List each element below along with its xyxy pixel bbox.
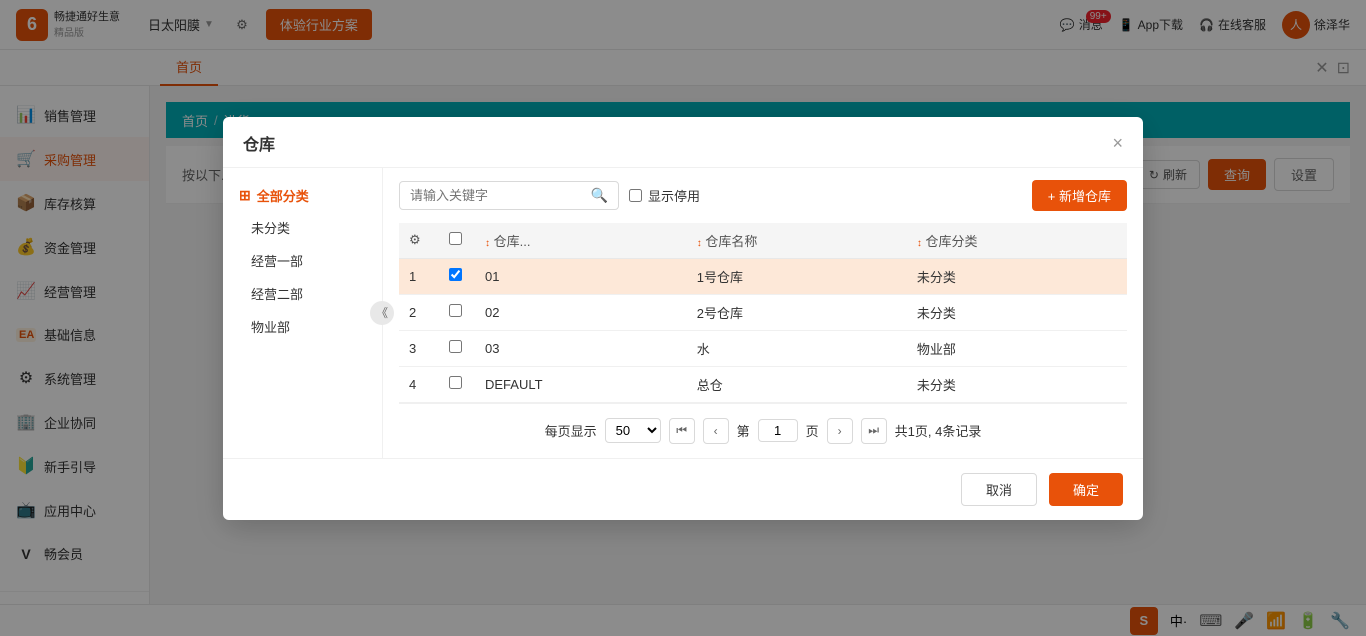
grid-icon: ⊞	[239, 187, 251, 204]
row-num: 3	[399, 330, 439, 366]
col-checkbox	[439, 223, 475, 259]
row-num: 2	[399, 294, 439, 330]
col-category-label: 仓库分类	[925, 234, 977, 249]
table-row[interactable]: 4 DEFAULT 总仓 未分类	[399, 366, 1127, 402]
row-category: 物业部	[907, 330, 1127, 366]
row-name: 总仓	[687, 366, 907, 402]
row-checkbox[interactable]	[439, 294, 475, 330]
row-category: 未分类	[907, 366, 1127, 402]
dialog-header: 仓库 ×	[223, 117, 1143, 168]
category-item-op1[interactable]: 经营一部	[223, 244, 382, 277]
sort-code-icon[interactable]: ↕	[485, 238, 490, 249]
warehouse-table: ⚙ ↕ 仓库... ↕	[399, 223, 1127, 403]
warehouse-dialog: 仓库 × ⊞ 全部分类 未分类 经营一部 经营二部 物业部 《	[223, 117, 1143, 520]
col-name: ↕ 仓库名称	[687, 223, 907, 259]
category-item-property[interactable]: 物业部	[223, 310, 382, 343]
pagination: 每页显示 50 20 100 ⏮ ‹ 第 页 › ⏭ 共1页, 4条记录	[399, 403, 1127, 458]
table-row[interactable]: 2 02 2号仓库 未分类	[399, 294, 1127, 330]
col-settings-icon[interactable]: ⚙	[409, 232, 421, 247]
col-category: ↕ 仓库分类	[907, 223, 1127, 259]
row-code: 02	[475, 294, 687, 330]
page-label: 第	[737, 421, 750, 440]
row-num: 4	[399, 366, 439, 402]
sort-category-icon[interactable]: ↕	[917, 238, 922, 249]
dialog-overlay: 仓库 × ⊞ 全部分类 未分类 经营一部 经营二部 物业部 《	[0, 0, 1366, 636]
table-row[interactable]: 1 01 1号仓库 未分类	[399, 258, 1127, 294]
table-row[interactable]: 3 03 水 物业部	[399, 330, 1127, 366]
search-box: 🔍	[399, 181, 619, 210]
row-name: 2号仓库	[687, 294, 907, 330]
col-settings: ⚙	[399, 223, 439, 259]
page-last-button[interactable]: ⏭	[861, 418, 887, 444]
search-input[interactable]	[410, 188, 591, 203]
add-warehouse-button[interactable]: + 新增仓库	[1032, 180, 1127, 211]
per-page-label: 每页显示	[545, 421, 597, 440]
row-checkbox[interactable]	[439, 258, 475, 294]
search-icon[interactable]: 🔍	[591, 187, 608, 204]
col-code: ↕ 仓库...	[475, 223, 687, 259]
category-all[interactable]: ⊞ 全部分类	[223, 180, 382, 211]
row-category: 未分类	[907, 294, 1127, 330]
page-first-button[interactable]: ⏮	[669, 418, 695, 444]
cancel-button[interactable]: 取消	[961, 473, 1037, 506]
row-checkbox[interactable]	[439, 330, 475, 366]
show-disabled-label: 显示停用	[648, 186, 700, 205]
row-code: DEFAULT	[475, 366, 687, 402]
per-page-select[interactable]: 50 20 100	[605, 418, 661, 443]
row-checkbox[interactable]	[439, 366, 475, 402]
row-category: 未分类	[907, 258, 1127, 294]
page-prev-button[interactable]: ‹	[703, 418, 729, 444]
row-code: 01	[475, 258, 687, 294]
show-disabled-checkbox-group: 显示停用	[629, 186, 700, 205]
warehouse-toolbar: 🔍 显示停用 + 新增仓库	[399, 180, 1127, 211]
dialog-footer: 取消 确定	[223, 458, 1143, 520]
category-all-label: 全部分类	[257, 186, 309, 205]
row-name: 1号仓库	[687, 258, 907, 294]
warehouse-content: 🔍 显示停用 + 新增仓库 ⚙	[383, 168, 1143, 458]
row-code: 03	[475, 330, 687, 366]
row-num: 1	[399, 258, 439, 294]
total-info: 共1页, 4条记录	[895, 421, 982, 440]
row-name: 水	[687, 330, 907, 366]
category-item-unclassified[interactable]: 未分类	[223, 211, 382, 244]
col-code-label: 仓库...	[494, 234, 531, 249]
page-unit: 页	[806, 421, 819, 440]
col-name-label: 仓库名称	[705, 234, 757, 249]
table-container: ⚙ ↕ 仓库... ↕	[399, 223, 1127, 403]
dialog-title: 仓库	[243, 131, 275, 155]
show-disabled-checkbox[interactable]	[629, 189, 642, 202]
page-input[interactable]	[758, 419, 798, 442]
page-next-button[interactable]: ›	[827, 418, 853, 444]
collapse-panel-button[interactable]: 《	[370, 301, 394, 325]
confirm-button[interactable]: 确定	[1049, 473, 1123, 506]
select-all-checkbox[interactable]	[449, 232, 462, 245]
dialog-body: ⊞ 全部分类 未分类 经营一部 经营二部 物业部 《 🔍	[223, 168, 1143, 458]
dialog-close-button[interactable]: ×	[1112, 134, 1123, 152]
category-panel: ⊞ 全部分类 未分类 经营一部 经营二部 物业部 《	[223, 168, 383, 458]
category-item-op2[interactable]: 经营二部	[223, 277, 382, 310]
sort-name-icon[interactable]: ↕	[697, 238, 702, 249]
